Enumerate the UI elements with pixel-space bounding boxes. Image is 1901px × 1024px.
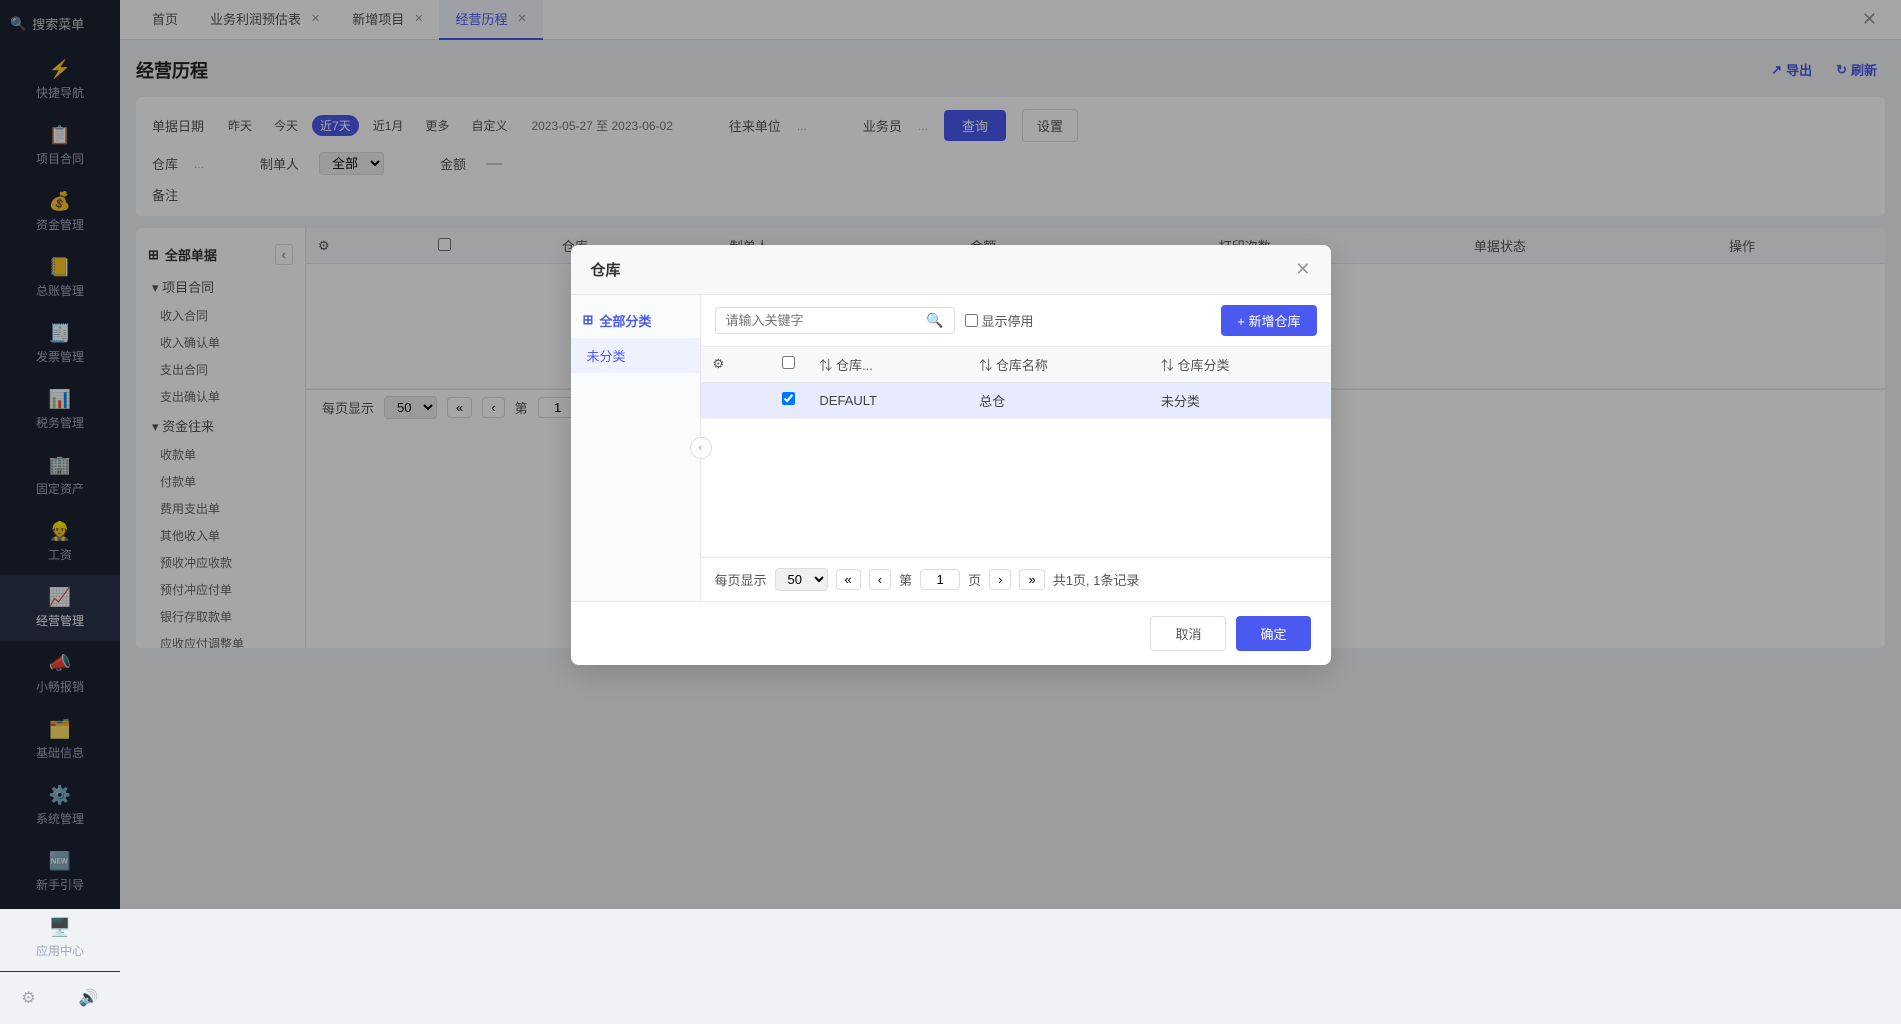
modal-first-btn[interactable]: « — [836, 569, 861, 590]
warehouse-modal: 仓库 ✕ ⊞ 全部分类 未分类 ‹ — [571, 245, 1331, 665]
confirm-button[interactable]: 确定 — [1236, 616, 1310, 651]
modal-col-category: ⇅ 仓库分类 — [1149, 347, 1331, 383]
modal-right-panel: 🔍 显示停用 + 新增仓库 ⚙ — [701, 295, 1331, 601]
modal-row-name: 总仓 — [967, 382, 1149, 418]
modal-last-btn[interactable]: » — [1019, 569, 1044, 590]
modal-row-select[interactable] — [782, 392, 795, 405]
modal-col-checkbox[interactable] — [770, 347, 807, 383]
sidebar-bottom: ⚙ 🔊 — [0, 971, 120, 1024]
modal-table-container: ⚙ ⇅ 仓库... ⇅ — [701, 347, 1331, 557]
modal-gear-icon: ⚙ — [713, 356, 725, 371]
modal-table-row[interactable]: DEFAULT 总仓 未分类 — [701, 382, 1331, 418]
modal-pagination: 每页显示 50 « ‹ 第 页 › » 共1页, 1条记录 — [701, 557, 1331, 601]
modal-page-input[interactable] — [920, 569, 960, 590]
modal-row-checkbox[interactable] — [770, 382, 807, 418]
sort-icon-code: ⇅ — [819, 358, 832, 373]
settings-icon[interactable]: ⚙ — [15, 982, 41, 1014]
modal-header: 仓库 ✕ — [571, 245, 1331, 295]
modal-col-gear[interactable]: ⚙ — [701, 347, 771, 383]
modal-page-suffix: 页 — [968, 570, 981, 589]
modal-col-code: ⇅ 仓库... — [807, 347, 967, 383]
modal-search-input[interactable] — [726, 313, 921, 328]
modal-row-code: DEFAULT — [807, 382, 967, 418]
grid-icon-modal: ⊞ — [583, 312, 594, 328]
sort-icon-category: ⇅ — [1161, 358, 1174, 373]
modal-search-icon: 🔍 — [926, 312, 943, 329]
modal-row-category: 未分类 — [1149, 382, 1331, 418]
modal-body: ⊞ 全部分类 未分类 ‹ 🔍 显示停用 — [571, 295, 1331, 601]
show-disabled-checkbox[interactable] — [965, 314, 978, 327]
modal-left-panel: ⊞ 全部分类 未分类 ‹ — [571, 295, 701, 601]
show-disabled-text: 显示停用 — [982, 311, 1034, 330]
sort-icon-name: ⇅ — [979, 358, 992, 373]
modal-page-label: 第 — [899, 570, 912, 589]
modal-footer: 取消 确定 — [571, 601, 1331, 665]
sound-icon[interactable]: 🔊 — [73, 982, 105, 1014]
modal-per-page-label: 每页显示 — [715, 570, 767, 589]
modal-search-box: 🔍 — [715, 307, 955, 334]
modal-close-btn[interactable]: ✕ — [1295, 259, 1310, 280]
cancel-button[interactable]: 取消 — [1150, 616, 1226, 651]
add-warehouse-btn[interactable]: + 新增仓库 — [1221, 305, 1316, 336]
modal-toolbar: 🔍 显示停用 + 新增仓库 — [701, 295, 1331, 347]
modal-title: 仓库 — [591, 259, 621, 280]
sidebar-item-apps[interactable]: 🖥️ 应用中心 — [0, 905, 120, 971]
modal-select-all[interactable] — [782, 356, 795, 369]
modal-row-gear — [701, 382, 771, 418]
modal-next-btn[interactable]: › — [989, 569, 1011, 590]
modal-overlay: 仓库 ✕ ⊞ 全部分类 未分类 ‹ — [0, 0, 1901, 909]
modal-col-name: ⇅ 仓库名称 — [967, 347, 1149, 383]
sidebar-item-label: 应用中心 — [36, 942, 84, 959]
modal-prev-btn[interactable]: ‹ — [869, 569, 891, 590]
modal-left-item-label: 未分类 — [587, 349, 626, 364]
monitor-icon: 🖥️ — [49, 917, 71, 938]
show-disabled-label[interactable]: 显示停用 — [965, 311, 1034, 330]
modal-left-header-label: 全部分类 — [599, 311, 651, 330]
modal-summary: 共1页, 1条记录 — [1053, 570, 1140, 589]
modal-collapse-btn[interactable]: ‹ — [690, 437, 712, 459]
modal-left-item-uncategorized[interactable]: 未分类 — [571, 338, 700, 373]
modal-warehouse-table: ⚙ ⇅ 仓库... ⇅ — [701, 347, 1331, 419]
modal-left-header[interactable]: ⊞ 全部分类 — [571, 303, 700, 338]
modal-per-page-select[interactable]: 50 — [775, 568, 828, 591]
